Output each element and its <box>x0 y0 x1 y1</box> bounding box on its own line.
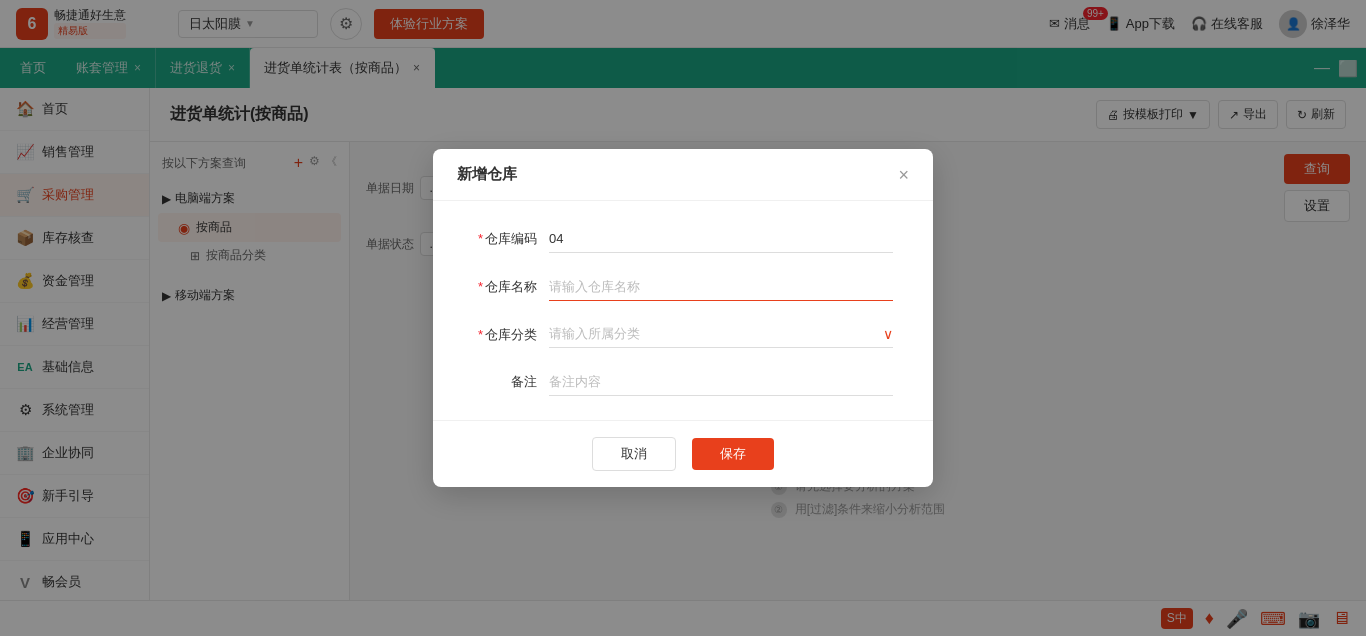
dialog-title: 新增仓库 <box>457 165 517 184</box>
form-row-name: *仓库名称 <box>473 273 893 301</box>
remark-input[interactable] <box>549 368 893 396</box>
dialog-close-button[interactable]: × <box>898 166 909 184</box>
remark-label: 备注 <box>473 373 537 391</box>
code-input[interactable] <box>549 225 893 253</box>
chevron-down-icon: ∨ <box>883 326 893 342</box>
category-label: *仓库分类 <box>473 326 537 344</box>
save-button[interactable]: 保存 <box>692 438 774 470</box>
code-label: *仓库编码 <box>473 230 537 248</box>
add-warehouse-dialog: 新增仓库 × *仓库编码 *仓库名称 *仓库分类 <box>433 149 933 487</box>
form-row-code: *仓库编码 <box>473 225 893 253</box>
cancel-button[interactable]: 取消 <box>592 437 676 471</box>
category-select[interactable]: 请输入所属分类 ∨ <box>549 321 893 348</box>
category-placeholder: 请输入所属分类 <box>549 325 883 343</box>
name-input[interactable] <box>549 273 893 301</box>
form-row-remark: 备注 <box>473 368 893 396</box>
name-label: *仓库名称 <box>473 278 537 296</box>
form-row-category: *仓库分类 请输入所属分类 ∨ <box>473 321 893 348</box>
dialog-header: 新增仓库 × <box>433 149 933 201</box>
dialog-overlay[interactable]: 新增仓库 × *仓库编码 *仓库名称 *仓库分类 <box>0 0 1366 636</box>
dialog-footer: 取消 保存 <box>433 420 933 487</box>
dialog-body: *仓库编码 *仓库名称 *仓库分类 请输入所属分类 ∨ <box>433 201 933 420</box>
